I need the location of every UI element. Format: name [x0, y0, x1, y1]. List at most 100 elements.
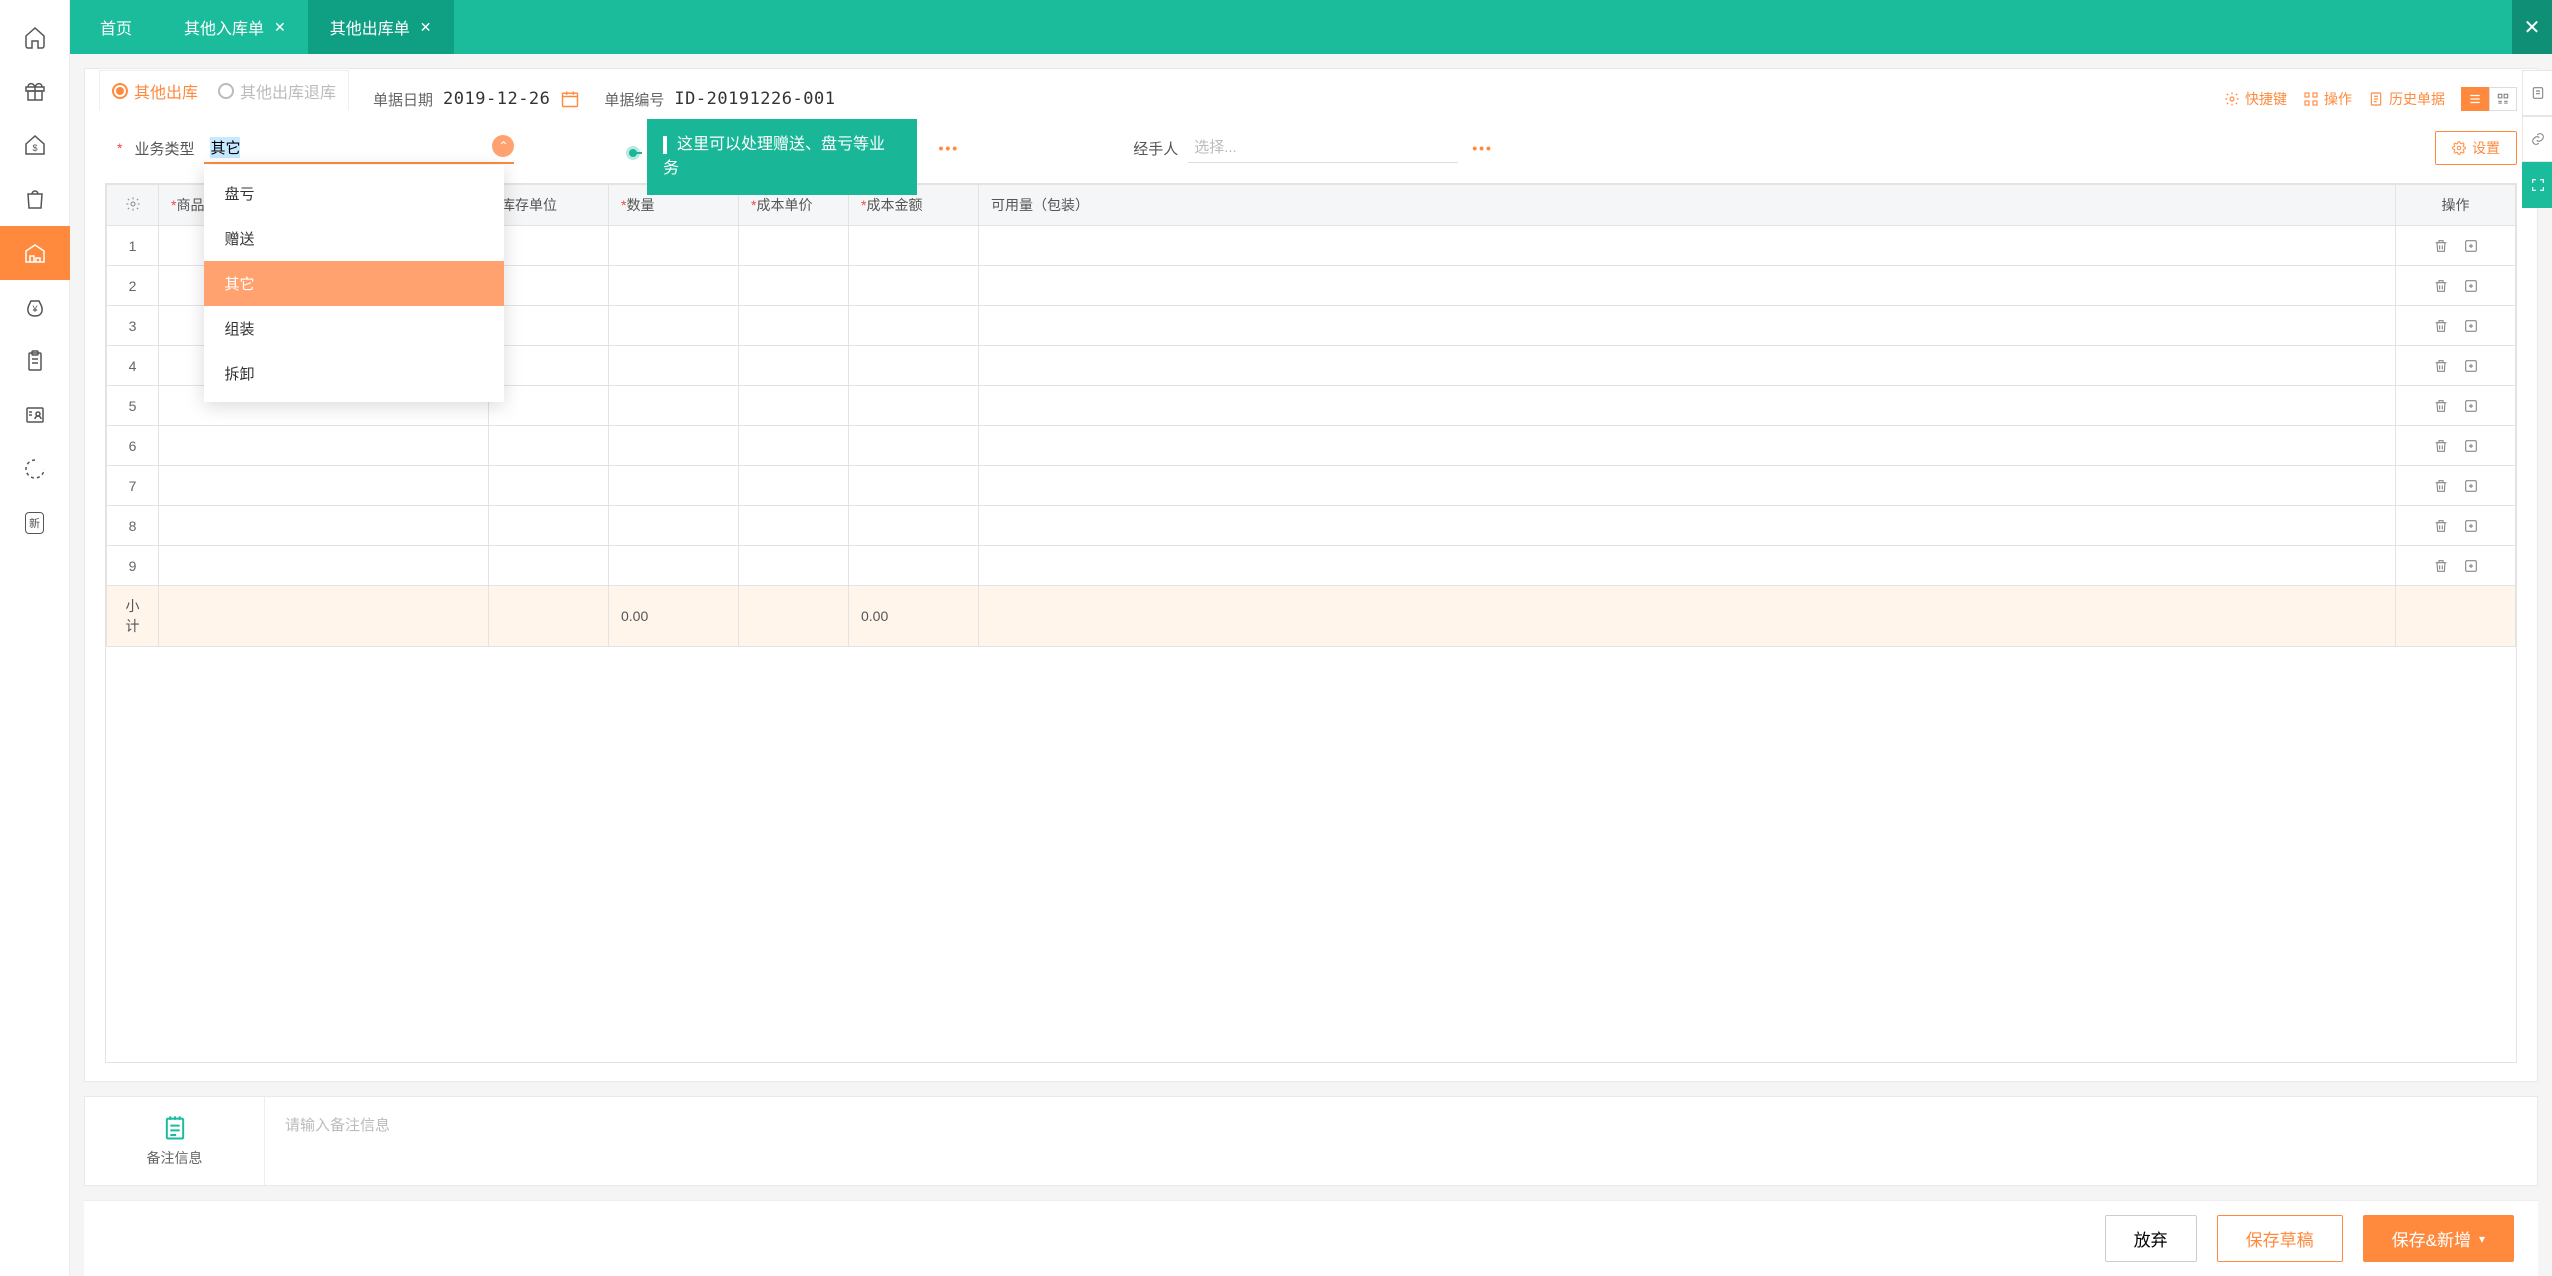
tab-other-outbound[interactable]: 其他出库单 ✕: [308, 0, 454, 54]
handler-input[interactable]: [1188, 133, 1458, 163]
settings-button[interactable]: 设置: [2435, 131, 2517, 165]
more-dots-icon[interactable]: •••: [1458, 140, 1507, 156]
handler-label: 经手人: [1133, 138, 1178, 159]
operate-label: 操作: [2324, 89, 2352, 109]
rail-link-icon[interactable]: [2522, 116, 2552, 162]
add-row-icon[interactable]: [2463, 398, 2479, 414]
add-row-icon[interactable]: [2463, 518, 2479, 534]
doc-number-value: ID-20191226-001: [674, 89, 835, 109]
doc-date-label: 单据日期: [373, 89, 433, 110]
add-row-icon[interactable]: [2463, 558, 2479, 574]
row-index: 4: [107, 346, 159, 386]
tab-label: 其他入库单: [184, 15, 264, 39]
more-dots-icon[interactable]: •••: [924, 140, 973, 156]
radio-outbound[interactable]: 其他出库: [112, 79, 198, 103]
tab-other-inbound[interactable]: 其他入库单 ✕: [162, 0, 308, 54]
dropdown-option[interactable]: 拆卸: [204, 351, 504, 396]
nav-warehouse-icon[interactable]: [0, 226, 70, 280]
dropdown-option[interactable]: 组装: [204, 306, 504, 351]
table-row[interactable]: 9: [107, 546, 2516, 586]
col-settings-icon[interactable]: [107, 185, 159, 226]
add-row-icon[interactable]: [2463, 238, 2479, 254]
subtotal-row: 小计 0.00 0.00: [107, 586, 2516, 647]
delete-row-icon[interactable]: [2433, 358, 2449, 374]
add-row-icon[interactable]: [2463, 438, 2479, 454]
remark-title: 备注信息: [147, 1148, 203, 1168]
chevron-up-icon[interactable]: ⌃: [492, 135, 514, 157]
add-row-icon[interactable]: [2463, 278, 2479, 294]
doc-date: 单据日期 2019-12-26: [373, 89, 580, 110]
rail-expand-icon[interactable]: [2522, 162, 2552, 208]
table-row[interactable]: 7: [107, 466, 2516, 506]
nav-gift-icon[interactable]: [0, 64, 70, 118]
radio-label: 其他出库: [134, 79, 198, 103]
shortcut-label: 快捷键: [2245, 89, 2287, 109]
delete-row-icon[interactable]: [2433, 398, 2449, 414]
close-icon[interactable]: ✕: [420, 19, 432, 36]
radio-outbound-return[interactable]: 其他出库退库: [218, 79, 336, 103]
close-all-tabs-icon[interactable]: ✕: [2512, 0, 2552, 54]
row-index: 8: [107, 506, 159, 546]
left-sidebar: $ ¥ 新: [0, 0, 70, 1276]
view-grid-icon[interactable]: [2489, 87, 2517, 111]
th-unit: 库存单位: [489, 185, 609, 226]
delete-row-icon[interactable]: [2433, 318, 2449, 334]
table-row[interactable]: 8: [107, 506, 2516, 546]
nav-new-icon[interactable]: 新: [0, 496, 70, 550]
settings-label: 设置: [2472, 138, 2500, 158]
operate-button[interactable]: 操作: [2303, 89, 2352, 109]
calendar-icon[interactable]: [560, 89, 580, 109]
nav-contact-icon[interactable]: [0, 388, 70, 442]
delete-row-icon[interactable]: [2433, 478, 2449, 494]
dropdown-option[interactable]: 赠送: [204, 216, 504, 261]
nav-house-dollar-icon[interactable]: $: [0, 118, 70, 172]
subtotal-qty: 0.00: [609, 586, 739, 647]
field-handler: 经手人: [1133, 133, 1458, 163]
history-button[interactable]: 历史单据: [2368, 89, 2445, 109]
dropdown-option[interactable]: 盘亏: [204, 171, 504, 216]
delete-row-icon[interactable]: [2433, 438, 2449, 454]
nav-clipboard-icon[interactable]: [0, 334, 70, 388]
table-row[interactable]: 6: [107, 426, 2516, 466]
delete-row-icon[interactable]: [2433, 278, 2449, 294]
rail-note-icon[interactable]: [2522, 70, 2552, 116]
top-tab-bar: 首页 其他入库单 ✕ 其他出库单 ✕ ✕: [70, 0, 2552, 54]
radio-bullet-icon: [218, 83, 234, 99]
required-mark: *: [117, 140, 122, 156]
dropdown-option[interactable]: 其它: [204, 261, 504, 306]
nav-loading-icon[interactable]: [0, 442, 70, 496]
radio-bullet-icon: [112, 83, 128, 99]
notepad-icon: [161, 1114, 189, 1142]
tab-home[interactable]: 首页: [70, 0, 162, 54]
add-row-icon[interactable]: [2463, 318, 2479, 334]
nav-money-bag-icon[interactable]: ¥: [0, 280, 70, 334]
biz-type-label: 业务类型: [134, 138, 194, 159]
row-index: 7: [107, 466, 159, 506]
biz-type-dropdown: 盘亏赠送其它组装拆卸: [204, 165, 504, 402]
row-index: 2: [107, 266, 159, 306]
delete-row-icon[interactable]: [2433, 558, 2449, 574]
close-icon[interactable]: ✕: [274, 19, 286, 36]
save-draft-button[interactable]: 保存草稿: [2217, 1215, 2343, 1262]
discard-button[interactable]: 放弃: [2105, 1215, 2197, 1262]
delete-row-icon[interactable]: [2433, 238, 2449, 254]
row-index: 6: [107, 426, 159, 466]
nav-bag-icon[interactable]: [0, 172, 70, 226]
biz-type-select[interactable]: [204, 133, 514, 164]
row-index: 1: [107, 226, 159, 266]
tab-label: 其他出库单: [330, 15, 410, 39]
view-toggle: [2461, 87, 2517, 111]
remark-section: 备注信息: [84, 1096, 2538, 1186]
delete-row-icon[interactable]: [2433, 518, 2449, 534]
doc-number: 单据编号 ID-20191226-001: [604, 89, 835, 110]
save-new-button[interactable]: 保存&新增 ▾: [2363, 1215, 2514, 1262]
svg-text:¥: ¥: [31, 304, 38, 314]
row-index: 9: [107, 546, 159, 586]
remark-input[interactable]: [285, 1117, 2517, 1134]
add-row-icon[interactable]: [2463, 478, 2479, 494]
shortcut-button[interactable]: 快捷键: [2224, 89, 2287, 109]
add-row-icon[interactable]: [2463, 358, 2479, 374]
nav-home-icon[interactable]: [0, 10, 70, 64]
view-list-icon[interactable]: [2461, 87, 2489, 111]
th-available: 可用量（包装）: [979, 185, 2396, 226]
